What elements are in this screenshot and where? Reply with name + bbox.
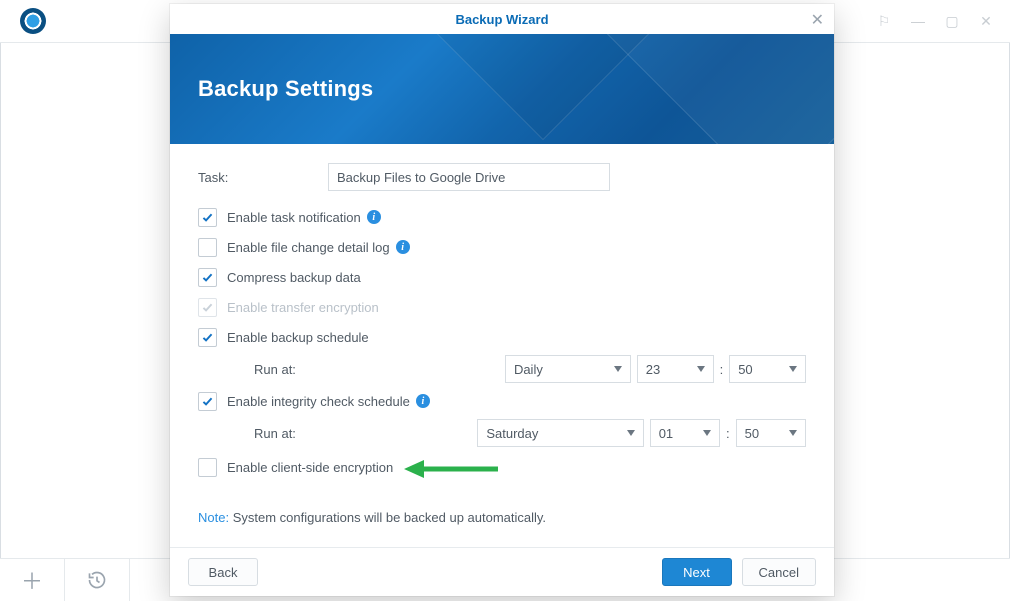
chevron-down-icon [697,366,705,372]
checkbox-enable-file-change-log[interactable] [198,238,217,257]
label-enable-integrity-check-schedule: Enable integrity check schedule [227,394,410,409]
info-icon[interactable]: i [367,210,381,224]
chevron-down-icon [703,430,711,436]
label-enable-transfer-encryption: Enable transfer encryption [227,300,379,315]
checkbox-compress-backup-data[interactable] [198,268,217,287]
chevron-down-icon [614,366,622,372]
modal-title: Backup Wizard [455,12,548,27]
checkbox-enable-transfer-encryption [198,298,217,317]
app-logo-icon [20,8,46,34]
select-backup-frequency[interactable]: Daily [505,355,631,383]
run-at-label-1: Run at: [254,362,505,377]
cancel-button[interactable]: Cancel [742,558,816,586]
modal-footer: Back Next Cancel [170,547,834,596]
task-label: Task: [198,170,328,185]
info-icon[interactable]: i [416,394,430,408]
back-button[interactable]: Back [188,558,258,586]
select-integrity-hour[interactable]: 01 [650,419,720,447]
label-enable-file-change-log: Enable file change detail log [227,240,390,255]
label-enable-task-notification: Enable task notification [227,210,361,225]
select-integrity-day[interactable]: Saturday [477,419,643,447]
chevron-down-icon [627,430,635,436]
chevron-down-icon [789,430,797,436]
modal-content: Task: Enable task notification i Enable … [170,144,834,547]
label-enable-client-side-encryption: Enable client-side encryption [227,460,393,475]
backup-wizard-modal: Backup Wizard ✕ Backup Settings Task: En… [170,4,834,596]
select-backup-minute[interactable]: 50 [729,355,806,383]
modal-titlebar: Backup Wizard ✕ [170,4,834,34]
run-at-label-2: Run at: [254,426,477,441]
pin-icon[interactable]: ⚐ [874,13,894,30]
select-backup-hour[interactable]: 23 [637,355,714,383]
chevron-down-icon [789,366,797,372]
close-window-icon[interactable]: ✕ [976,13,996,30]
checkbox-enable-client-side-encryption[interactable] [198,458,217,477]
checkbox-enable-integrity-check-schedule[interactable] [198,392,217,411]
note-label: Note: [198,510,229,525]
label-compress-backup-data: Compress backup data [227,270,361,285]
modal-banner: Backup Settings [170,34,834,144]
checkbox-enable-task-notification[interactable] [198,208,217,227]
time-colon: : [726,426,730,441]
task-name-input[interactable] [328,163,610,191]
label-enable-backup-schedule: Enable backup schedule [227,330,369,345]
minimize-icon[interactable]: ― [908,13,928,30]
checkbox-enable-backup-schedule[interactable] [198,328,217,347]
select-integrity-minute[interactable]: 50 [736,419,806,447]
info-icon[interactable]: i [396,240,410,254]
maximize-icon[interactable]: ▢ [942,13,962,30]
next-button[interactable]: Next [662,558,732,586]
time-colon: : [720,362,724,377]
add-button[interactable]: ＋ [0,559,65,601]
note-text: System configurations will be backed up … [229,510,546,525]
page-title: Backup Settings [198,76,373,102]
close-icon[interactable]: ✕ [811,10,824,30]
history-button[interactable] [65,559,130,601]
